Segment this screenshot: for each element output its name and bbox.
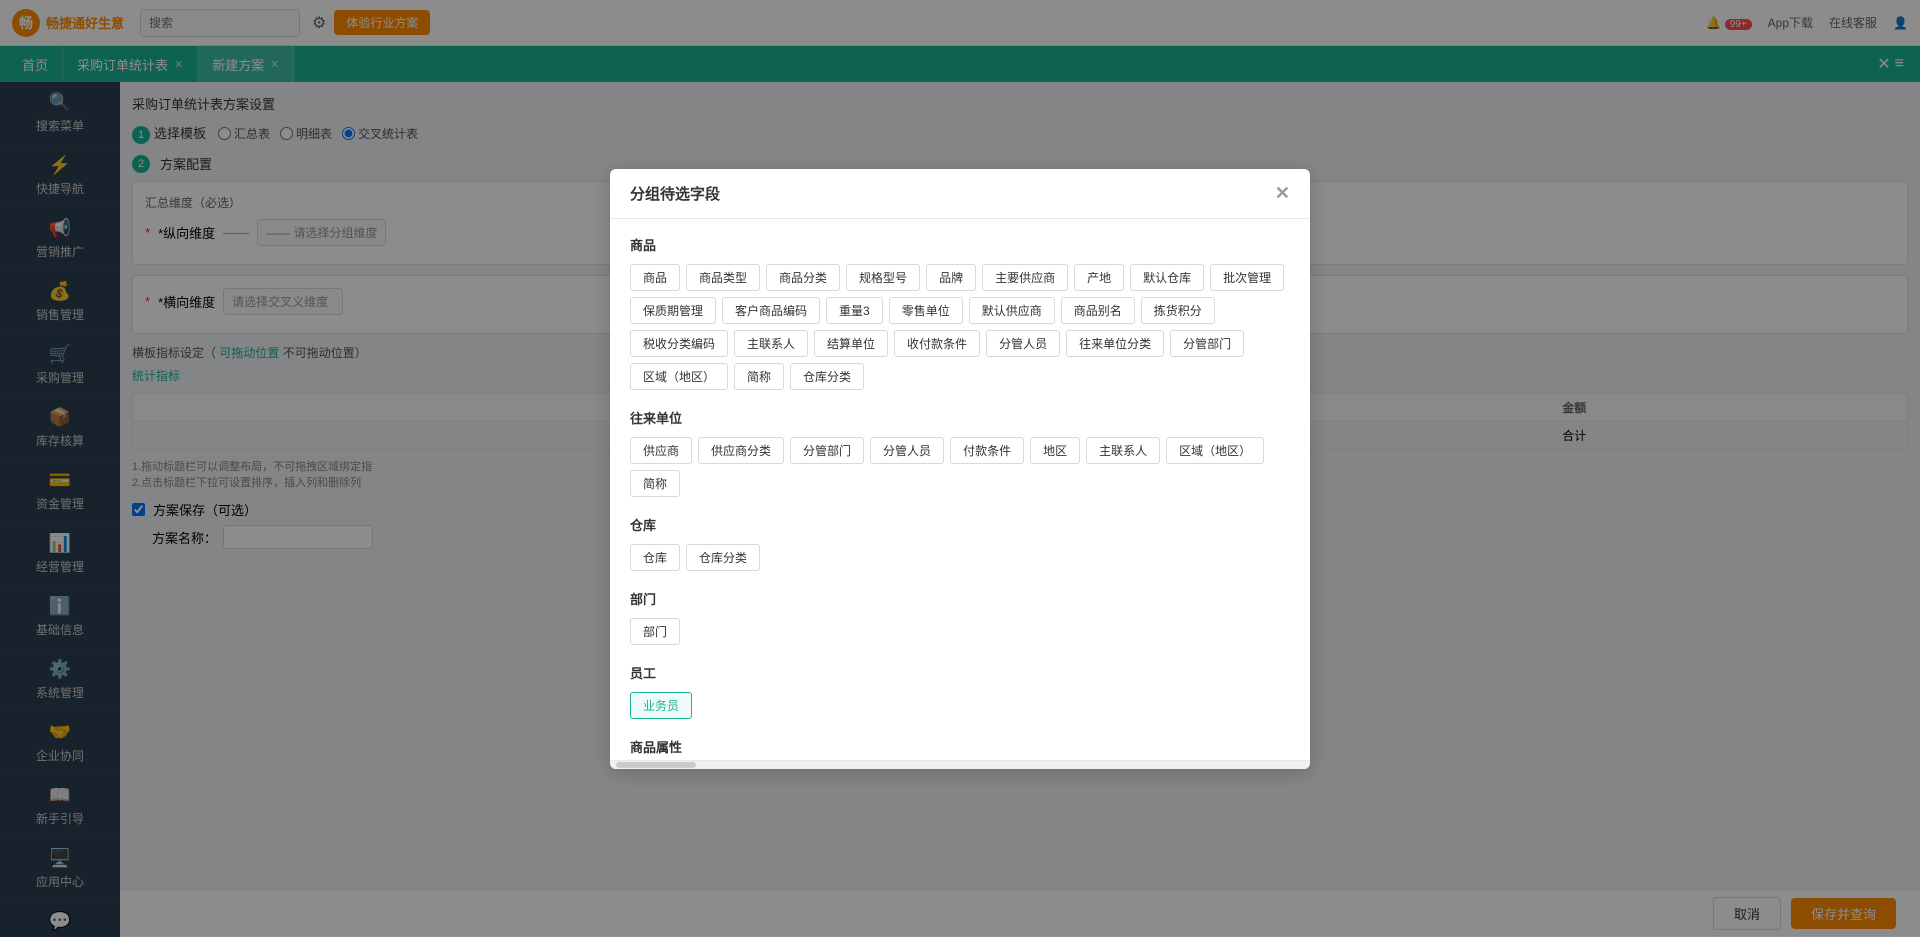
chip-batch[interactable]: 批次管理 [1210,264,1284,291]
section-dept: 部门 部门 [630,589,1290,645]
modal-header: 分组待选字段 ✕ [610,169,1310,219]
chip-dept[interactable]: 部门 [630,618,680,645]
modal-close-button[interactable]: ✕ [1275,183,1290,204]
modal: 分组待选字段 ✕ 商品 商品 商品类型 商品分类 规格型号 品牌 主要供应商 产… [610,169,1310,769]
chip-quality[interactable]: 保质期管理 [630,297,716,324]
chip-warehouse-cat[interactable]: 仓库分类 [686,544,760,571]
chip-payment-terms[interactable]: 收付款条件 [894,330,980,357]
section-product-attr: 商品属性 属性 颜色 多规格 尺码 鞋码 1 [630,737,1290,761]
chip-short-name[interactable]: 简称 [734,363,784,390]
chip-pick-score[interactable]: 拣货积分 [1141,297,1215,324]
section-dept-title: 部门 [630,589,1290,608]
product-chips: 商品 商品类型 商品分类 规格型号 品牌 主要供应商 产地 默认仓库 批次管理 … [630,264,1290,390]
chip-product-cat[interactable]: 商品分类 [766,264,840,291]
chip-partner-dept[interactable]: 分管部门 [790,437,864,464]
chip-partner-region[interactable]: 区域（地区） [1166,437,1264,464]
chip-supplier-cat[interactable]: 供应商分类 [698,437,784,464]
chip-settle-unit[interactable]: 结算单位 [814,330,888,357]
chip-warehouse[interactable]: 仓库 [630,544,680,571]
employee-chips: 业务员 [630,692,1290,719]
chip-area[interactable]: 地区 [1030,437,1080,464]
chip-pay-terms[interactable]: 付款条件 [950,437,1024,464]
chip-product-type[interactable]: 商品类型 [686,264,760,291]
chip-weight[interactable]: 重量3 [826,297,883,324]
section-employee: 员工 业务员 [630,663,1290,719]
modal-scroll-track[interactable] [610,760,1310,768]
chip-supplier[interactable]: 供应商 [630,437,692,464]
section-product-title: 商品 [630,235,1290,254]
section-partner: 往来单位 供应商 供应商分类 分管部门 分管人员 付款条件 地区 主联系人 区域… [630,408,1290,497]
chip-origin[interactable]: 产地 [1074,264,1124,291]
modal-body: 商品 商品 商品类型 商品分类 规格型号 品牌 主要供应商 产地 默认仓库 批次… [610,219,1310,761]
warehouse-chips: 仓库 仓库分类 [630,544,1290,571]
chip-sales-person[interactable]: 业务员 [630,692,692,719]
chip-main-supplier[interactable]: 主要供应商 [982,264,1068,291]
chip-main-contact[interactable]: 主联系人 [734,330,808,357]
chip-cust-code[interactable]: 客户商品编码 [722,297,820,324]
modal-title: 分组待选字段 [630,183,720,204]
chip-partner-person[interactable]: 分管人员 [870,437,944,464]
section-partner-title: 往来单位 [630,408,1290,427]
chip-tax-code[interactable]: 税收分类编码 [630,330,728,357]
section-warehouse: 仓库 仓库 仓库分类 [630,515,1290,571]
chip-partner-short[interactable]: 简称 [630,470,680,497]
chip-brand[interactable]: 品牌 [926,264,976,291]
section-product: 商品 商品 商品类型 商品分类 规格型号 品牌 主要供应商 产地 默认仓库 批次… [630,235,1290,390]
section-employee-title: 员工 [630,663,1290,682]
chip-partner-cat[interactable]: 往来单位分类 [1066,330,1164,357]
chip-wh-cat[interactable]: 仓库分类 [790,363,864,390]
chip-region[interactable]: 区域（地区） [630,363,728,390]
modal-scroll-thumb[interactable] [616,762,696,768]
section-warehouse-title: 仓库 [630,515,1290,534]
chip-default-wh[interactable]: 默认仓库 [1130,264,1204,291]
chip-mgr-dept[interactable]: 分管部门 [1170,330,1244,357]
chip-retail-unit[interactable]: 零售单位 [889,297,963,324]
chip-product[interactable]: 商品 [630,264,680,291]
chip-default-supplier[interactable]: 默认供应商 [969,297,1055,324]
chip-mgr-person[interactable]: 分管人员 [986,330,1060,357]
partner-chips: 供应商 供应商分类 分管部门 分管人员 付款条件 地区 主联系人 区域（地区） … [630,437,1290,497]
chip-spec[interactable]: 规格型号 [846,264,920,291]
chip-partner-contact[interactable]: 主联系人 [1086,437,1160,464]
section-product-attr-title: 商品属性 [630,737,1290,756]
chip-alias[interactable]: 商品别名 [1061,297,1135,324]
modal-overlay[interactable]: 分组待选字段 ✕ 商品 商品 商品类型 商品分类 规格型号 品牌 主要供应商 产… [0,0,1920,937]
dept-chips: 部门 [630,618,1290,645]
